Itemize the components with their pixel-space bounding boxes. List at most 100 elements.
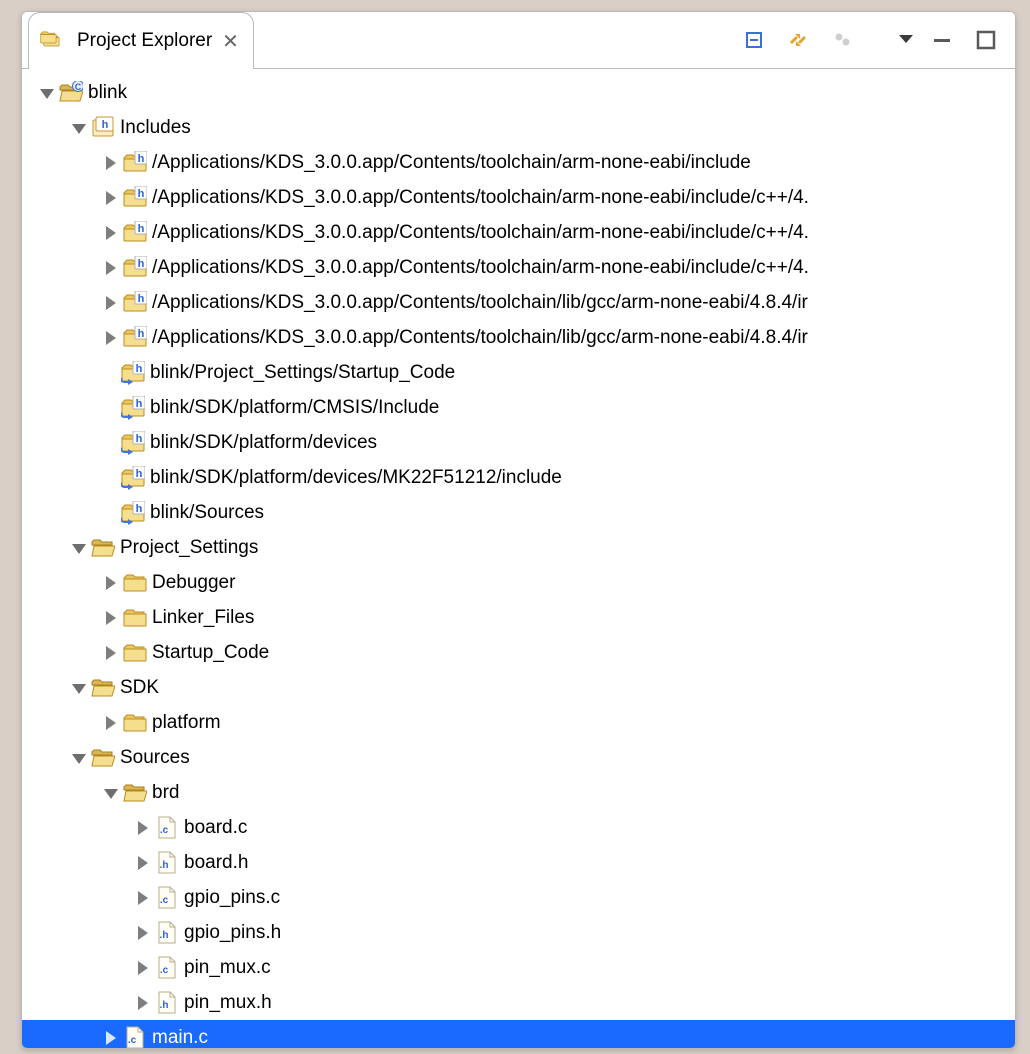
folder-open-icon xyxy=(90,675,116,701)
tree-item-include-path[interactable]: blink/SDK/platform/CMSIS/Include xyxy=(22,390,1015,425)
include-folder-icon xyxy=(122,220,148,246)
chevron-right-icon[interactable] xyxy=(102,574,120,592)
tree-item-include-path[interactable]: /Applications/KDS_3.0.0.app/Contents/too… xyxy=(22,180,1015,215)
tree-item-include-path[interactable]: blink/Project_Settings/Startup_Code xyxy=(22,355,1015,390)
chevron-down-icon[interactable] xyxy=(70,679,88,697)
tree-item-include-path[interactable]: /Applications/KDS_3.0.0.app/Contents/too… xyxy=(22,250,1015,285)
view-toolbar xyxy=(741,12,1015,68)
chevron-right-icon[interactable] xyxy=(102,1029,120,1047)
include-folder-icon xyxy=(122,290,148,316)
chevron-down-icon[interactable] xyxy=(70,539,88,557)
chevron-right-icon[interactable] xyxy=(102,154,120,172)
c-file-icon xyxy=(154,955,180,981)
chevron-right-icon[interactable] xyxy=(102,609,120,627)
c-project-icon xyxy=(58,80,84,106)
tab-label: Project Explorer xyxy=(75,30,212,52)
tree-item-folder[interactable]: Sources xyxy=(22,740,1015,775)
tree-item-file[interactable]: pin_mux.h xyxy=(22,985,1015,1020)
chevron-down-icon[interactable] xyxy=(70,749,88,767)
tree-item-file-selected[interactable]: main.c xyxy=(22,1020,1015,1048)
includes-icon xyxy=(90,115,116,141)
include-folder-icon xyxy=(122,255,148,281)
tree-item-file[interactable]: gpio_pins.h xyxy=(22,915,1015,950)
tree-item-folder[interactable]: SDK xyxy=(22,670,1015,705)
chevron-right-icon[interactable] xyxy=(134,854,152,872)
chevron-down-icon[interactable] xyxy=(70,119,88,137)
tree-item-label: Includes xyxy=(118,117,191,139)
tree-item-include-path[interactable]: /Applications/KDS_3.0.0.app/Contents/too… xyxy=(22,145,1015,180)
include-folder-icon xyxy=(122,325,148,351)
tree-item-label: pin_mux.h xyxy=(182,992,272,1014)
folder-icon xyxy=(122,710,148,736)
chevron-right-icon[interactable] xyxy=(102,224,120,242)
tree-item-include-path[interactable]: /Applications/KDS_3.0.0.app/Contents/too… xyxy=(22,320,1015,355)
tree-item-include-path[interactable]: blink/SDK/platform/devices xyxy=(22,425,1015,460)
tree-item-label: blink/Sources xyxy=(148,502,264,524)
tree-item-project[interactable]: blink xyxy=(22,75,1015,110)
chevron-down-icon[interactable] xyxy=(38,84,56,102)
tree-item-label: blink/Project_Settings/Startup_Code xyxy=(148,362,455,384)
tree-item-include-path[interactable]: blink/SDK/platform/devices/MK22F51212/in… xyxy=(22,460,1015,495)
tree-item-label: Linker_Files xyxy=(150,607,254,629)
view-menu-icon[interactable] xyxy=(899,35,913,45)
h-file-icon xyxy=(154,990,180,1016)
tree[interactable]: blink Includes /Applications/KDS_3.0.0.a… xyxy=(22,69,1015,1048)
include-folder-linked-icon xyxy=(120,395,146,421)
chevron-right-icon[interactable] xyxy=(134,959,152,977)
tree-item-label: main.c xyxy=(150,1027,208,1049)
folder-open-icon xyxy=(122,780,148,806)
tree-item-includes[interactable]: Includes xyxy=(22,110,1015,145)
close-icon[interactable]: ✕ xyxy=(220,29,241,54)
tree-item-include-path[interactable]: /Applications/KDS_3.0.0.app/Contents/too… xyxy=(22,215,1015,250)
chevron-right-icon[interactable] xyxy=(134,994,152,1012)
folder-icon xyxy=(122,570,148,596)
tree-item-folder[interactable]: platform xyxy=(22,705,1015,740)
folder-icon xyxy=(122,640,148,666)
tree-item-label: blink/SDK/platform/devices xyxy=(148,432,377,454)
tree-item-label: /Applications/KDS_3.0.0.app/Contents/too… xyxy=(150,257,809,279)
tree-item-folder[interactable]: Project_Settings xyxy=(22,530,1015,565)
chevron-right-icon[interactable] xyxy=(134,819,152,837)
folder-open-icon xyxy=(90,745,116,771)
tree-item-folder[interactable]: brd xyxy=(22,775,1015,810)
tree-item-label: platform xyxy=(150,712,221,734)
chevron-down-icon[interactable] xyxy=(102,784,120,802)
tree-item-label: gpio_pins.h xyxy=(182,922,281,944)
chevron-right-icon[interactable] xyxy=(102,189,120,207)
tree-item-label: blink/SDK/platform/devices/MK22F51212/in… xyxy=(148,467,562,489)
chevron-right-icon[interactable] xyxy=(102,329,120,347)
tree-item-label: gpio_pins.c xyxy=(182,887,280,909)
project-explorer-view: Project Explorer ✕ blink xyxy=(21,11,1016,1049)
tree-item-label: /Applications/KDS_3.0.0.app/Contents/too… xyxy=(150,152,751,174)
tree-item-label: /Applications/KDS_3.0.0.app/Contents/too… xyxy=(150,222,809,244)
link-with-editor-icon[interactable] xyxy=(785,27,811,53)
chevron-right-icon[interactable] xyxy=(102,294,120,312)
tree-item-folder[interactable]: Linker_Files xyxy=(22,600,1015,635)
tree-item-label: /Applications/KDS_3.0.0.app/Contents/too… xyxy=(150,187,809,209)
tree-item-folder[interactable]: Debugger xyxy=(22,565,1015,600)
tree-item-include-path[interactable]: /Applications/KDS_3.0.0.app/Contents/too… xyxy=(22,285,1015,320)
tree-item-file[interactable]: board.h xyxy=(22,845,1015,880)
h-file-icon xyxy=(154,920,180,946)
include-folder-linked-icon xyxy=(120,360,146,386)
tree-item-label: board.h xyxy=(182,852,248,874)
minimize-icon[interactable] xyxy=(929,27,955,53)
chevron-right-icon[interactable] xyxy=(102,714,120,732)
c-file-icon xyxy=(154,885,180,911)
tab-project-explorer[interactable]: Project Explorer ✕ xyxy=(28,12,254,69)
chevron-right-icon[interactable] xyxy=(134,924,152,942)
include-folder-linked-icon xyxy=(120,500,146,526)
tree-item-folder[interactable]: Startup_Code xyxy=(22,635,1015,670)
include-folder-linked-icon xyxy=(120,430,146,456)
chevron-right-icon[interactable] xyxy=(102,644,120,662)
tab-strip: Project Explorer ✕ xyxy=(22,12,1015,69)
collapse-all-icon[interactable] xyxy=(741,27,767,53)
chevron-right-icon[interactable] xyxy=(102,259,120,277)
maximize-icon[interactable] xyxy=(973,27,999,53)
folder-icon xyxy=(122,605,148,631)
tree-item-include-path[interactable]: blink/Sources xyxy=(22,495,1015,530)
tree-item-file[interactable]: board.c xyxy=(22,810,1015,845)
tree-item-file[interactable]: gpio_pins.c xyxy=(22,880,1015,915)
chevron-right-icon[interactable] xyxy=(134,889,152,907)
tree-item-file[interactable]: pin_mux.c xyxy=(22,950,1015,985)
